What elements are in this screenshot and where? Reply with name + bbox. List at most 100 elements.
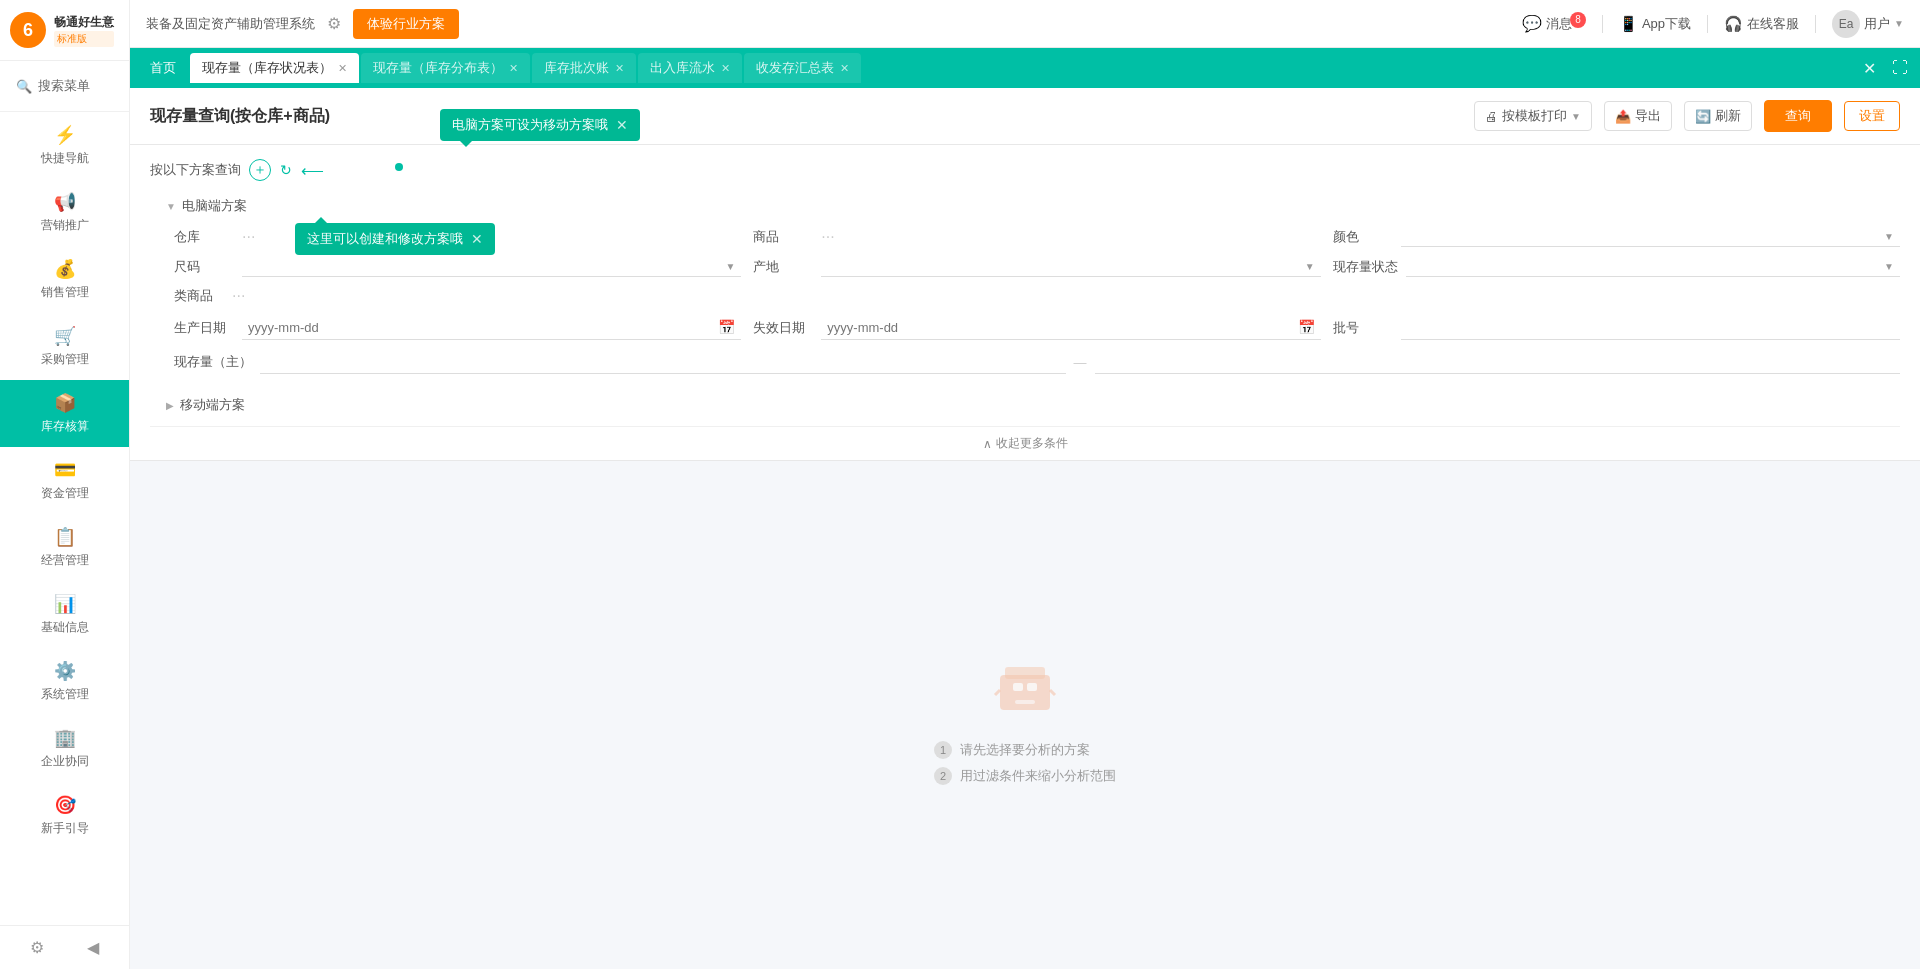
operations-icon: 📋 bbox=[54, 526, 76, 548]
collapse-up-icon: ∧ bbox=[983, 437, 992, 451]
goods-dots[interactable]: ··· bbox=[821, 228, 834, 246]
query-button[interactable]: 查询 bbox=[1764, 100, 1832, 132]
tab-inventory-dist[interactable]: 现存量（库存分布表） ✕ bbox=[361, 53, 530, 83]
fullscreen-button[interactable]: ⛶ bbox=[1888, 55, 1912, 82]
size-label: 尺码 bbox=[174, 258, 234, 276]
tab-collect-summary[interactable]: 收发存汇总表 ✕ bbox=[744, 53, 861, 83]
range-separator: — bbox=[1074, 355, 1087, 370]
app-download-label: App下载 bbox=[1642, 15, 1691, 33]
sidebar-item-label: 经营管理 bbox=[41, 552, 89, 569]
mobile-collapse-icon: ▶ bbox=[166, 400, 174, 411]
notification-button[interactable]: 💬 消息 8 bbox=[1522, 14, 1586, 33]
sidebar-item-label: 采购管理 bbox=[41, 351, 89, 368]
export-button[interactable]: 📤 导出 bbox=[1604, 101, 1672, 131]
settings-icon[interactable]: ⚙ bbox=[30, 938, 44, 957]
sidebar-item-inventory[interactable]: 📦 库存核算 bbox=[0, 380, 129, 447]
filter-label: 按以下方案查询 bbox=[150, 161, 241, 179]
sidebar-item-operations[interactable]: 📋 经营管理 bbox=[0, 514, 129, 581]
stock-status-select[interactable]: ▼ bbox=[1406, 257, 1900, 277]
stock-status-field: 现存量状态 ▼ bbox=[1333, 257, 1900, 277]
color-select[interactable]: ▼ bbox=[1401, 227, 1900, 247]
back-button[interactable]: ⟵ bbox=[301, 159, 323, 181]
page-header: 现存量查询(按仓库+商品) 🖨 按模板打印 ▼ 📤 导出 🔄 刷新 查询 设置 bbox=[130, 88, 1920, 145]
sidebar-item-purchase[interactable]: 🛒 采购管理 bbox=[0, 313, 129, 380]
origin-select[interactable]: ▼ bbox=[821, 257, 1320, 277]
tab-collect-summary-close[interactable]: ✕ bbox=[840, 62, 849, 75]
desktop-scheme-item[interactable]: ▼ 电脑端方案 bbox=[158, 193, 1900, 219]
tab-batch-account-close[interactable]: ✕ bbox=[615, 62, 624, 75]
enterprise-icon: 🏢 bbox=[54, 727, 76, 749]
sidebar-item-label: 销售管理 bbox=[41, 284, 89, 301]
stock-main-min-input[interactable] bbox=[260, 350, 1066, 374]
tab-home[interactable]: 首页 bbox=[138, 53, 188, 83]
filter-actions: ＋ ↻ ⟵ bbox=[249, 159, 323, 181]
filter-row-3: 类商品 ··· bbox=[174, 287, 1900, 305]
logo-badge: 标准版 bbox=[54, 31, 114, 47]
settings-gear-icon[interactable]: ⚙ bbox=[327, 14, 341, 33]
user-chevron-icon: ▼ bbox=[1894, 18, 1904, 29]
add-scheme-button[interactable]: ＋ bbox=[249, 159, 271, 181]
sidebar-nav: ⚡ 快捷导航 📢 营销推广 💰 销售管理 🛒 采购管理 📦 库存核算 💳 资金管… bbox=[0, 112, 129, 925]
category-field: 类商品 ··· bbox=[174, 287, 741, 305]
quick-nav-icon: ⚡ bbox=[54, 124, 76, 146]
sidebar-item-basic[interactable]: 📊 基础信息 bbox=[0, 581, 129, 648]
tab-inventory-status-close[interactable]: ✕ bbox=[338, 62, 347, 75]
search-label: 搜索菜单 bbox=[38, 77, 90, 95]
phone-icon: 📱 bbox=[1619, 15, 1638, 33]
category-dots[interactable]: ··· bbox=[232, 287, 245, 305]
system-name: 装备及固定资产辅助管理系统 bbox=[146, 15, 315, 33]
size-select[interactable]: ▼ bbox=[242, 257, 741, 277]
produce-date-calendar-icon[interactable]: 📅 bbox=[718, 319, 735, 335]
page-title: 现存量查询(按仓库+商品) bbox=[150, 106, 330, 127]
refresh-scheme-button[interactable]: ↻ bbox=[275, 159, 297, 181]
online-support-button[interactable]: 🎧 在线客服 bbox=[1724, 15, 1799, 33]
produce-date-input: 📅 bbox=[242, 315, 741, 340]
app-download-button[interactable]: 📱 App下载 bbox=[1619, 15, 1691, 33]
tab-inventory-status[interactable]: 现存量（库存状况表） ✕ bbox=[190, 53, 359, 83]
support-icon: 🎧 bbox=[1724, 15, 1743, 33]
settings-button[interactable]: 设置 bbox=[1844, 101, 1900, 131]
logo-icon: 6 bbox=[10, 12, 46, 48]
close-all-tabs-button[interactable]: ✕ bbox=[1859, 55, 1880, 82]
tab-in-out-flow-label: 出入库流水 bbox=[650, 59, 715, 77]
marketing-icon: 📢 bbox=[54, 191, 76, 213]
collapse-sidebar-icon[interactable]: ◀ bbox=[87, 938, 99, 957]
expire-date-start[interactable] bbox=[827, 320, 1293, 335]
sidebar-item-finance[interactable]: 💳 资金管理 bbox=[0, 447, 129, 514]
tab-in-out-flow[interactable]: 出入库流水 ✕ bbox=[638, 53, 742, 83]
empty-tip-2: 2 用过滤条件来缩小分析范围 bbox=[934, 767, 1116, 785]
industry-button[interactable]: 体验行业方案 bbox=[353, 9, 459, 39]
mobile-scheme-item[interactable]: ▶ 移动端方案 bbox=[158, 392, 1900, 418]
sidebar-item-sales[interactable]: 💰 销售管理 bbox=[0, 246, 129, 313]
edit-scheme-tooltip-close[interactable]: ✕ bbox=[471, 231, 483, 247]
stock-main-max-input[interactable] bbox=[1095, 350, 1901, 374]
user-menu-button[interactable]: Ea 用户 ▼ bbox=[1832, 10, 1904, 38]
tab-inventory-dist-close[interactable]: ✕ bbox=[509, 62, 518, 75]
tab-batch-account[interactable]: 库存批次账 ✕ bbox=[532, 53, 636, 83]
sidebar-item-system[interactable]: ⚙️ 系统管理 bbox=[0, 648, 129, 715]
refresh-button[interactable]: 🔄 刷新 bbox=[1684, 101, 1752, 131]
export-label: 导出 bbox=[1635, 107, 1661, 125]
produce-date-start[interactable] bbox=[248, 320, 714, 335]
sidebar-item-label: 资金管理 bbox=[41, 485, 89, 502]
refresh-icon: 🔄 bbox=[1695, 109, 1711, 124]
warehouse-dots[interactable]: ··· bbox=[242, 228, 255, 246]
batch-no-field: 批号 bbox=[1333, 316, 1900, 340]
tab-in-out-flow-close[interactable]: ✕ bbox=[721, 62, 730, 75]
sidebar-item-enterprise[interactable]: 🏢 企业协同 bbox=[0, 715, 129, 782]
refresh-label: 刷新 bbox=[1715, 107, 1741, 125]
scheme-tooltip-close[interactable]: ✕ bbox=[616, 117, 628, 133]
sidebar-item-marketing[interactable]: 📢 营销推广 bbox=[0, 179, 129, 246]
search-menu-button[interactable]: 🔍 搜索菜单 bbox=[8, 71, 121, 101]
sidebar-item-guide[interactable]: 🎯 新手引导 bbox=[0, 782, 129, 849]
sidebar: 6 畅通好生意 标准版 🔍 搜索菜单 ⚡ 快捷导航 📢 营销推广 💰 销售管理 … bbox=[0, 0, 130, 969]
scheme-list: ▼ 电脑端方案 这里可以创建和修改方案哦 ✕ 仓库 ··· bbox=[150, 193, 1900, 426]
print-button[interactable]: 🖨 按模板打印 ▼ bbox=[1474, 101, 1592, 131]
batch-no-input[interactable] bbox=[1401, 316, 1900, 340]
online-support-label: 在线客服 bbox=[1747, 15, 1799, 33]
empty-tip-1: 1 请先选择要分析的方案 bbox=[934, 741, 1116, 759]
sidebar-item-quick-nav[interactable]: ⚡ 快捷导航 bbox=[0, 112, 129, 179]
expire-date-calendar-icon[interactable]: 📅 bbox=[1298, 319, 1315, 335]
system-icon: ⚙️ bbox=[54, 660, 76, 682]
collapse-filter-button[interactable]: ∧ 收起更多条件 bbox=[150, 426, 1900, 460]
